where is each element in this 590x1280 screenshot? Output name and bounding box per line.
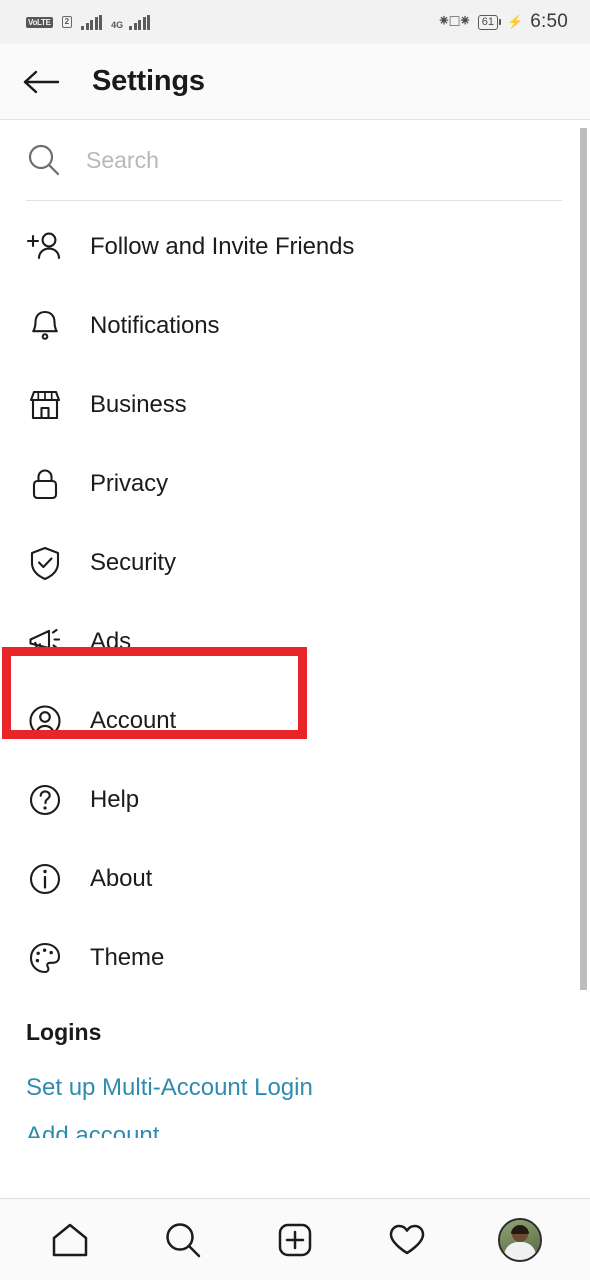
settings-item-label: Follow and Invite Friends xyxy=(90,232,355,260)
settings-item-label: About xyxy=(90,864,153,892)
signal-bars-icon xyxy=(81,14,103,30)
add-box-icon[interactable] xyxy=(265,1210,325,1270)
person-add-icon xyxy=(26,228,64,266)
page-title: Settings xyxy=(92,65,205,97)
settings-item-follow-and-invite-friends[interactable]: Follow and Invite Friends xyxy=(0,207,590,286)
lock-icon xyxy=(26,465,64,503)
settings-item-ads[interactable]: Ads xyxy=(0,602,590,681)
avatar[interactable] xyxy=(497,1217,542,1262)
settings-item-about[interactable]: About xyxy=(0,839,590,918)
settings-item-notifications[interactable]: Notifications xyxy=(0,286,590,365)
battery-icon: 61 xyxy=(477,14,502,30)
settings-item-label: Privacy xyxy=(90,469,168,497)
heart-icon[interactable] xyxy=(377,1210,437,1270)
settings-item-label: Notifications xyxy=(90,311,220,339)
phone-screen: VoLTE 2 4G ⁕□⁕ 61 ⚡ 6:50 Settings Search… xyxy=(0,0,590,1280)
clock-label: 6:50 xyxy=(530,11,568,32)
bottom-navigation-bar xyxy=(0,1198,590,1280)
network-type-label: 4G xyxy=(111,19,124,30)
settings-item-label: Help xyxy=(90,785,139,813)
charging-bolt-icon: ⚡ xyxy=(507,14,524,29)
settings-item-label: Ads xyxy=(90,627,132,655)
network-4g-label-group: 4G xyxy=(111,19,124,30)
settings-scroll-area[interactable]: Search Follow and Invite Friends Notific… xyxy=(0,120,590,1198)
settings-item-theme[interactable]: Theme xyxy=(0,918,590,997)
app-header: Settings xyxy=(0,44,590,120)
status-bar-left: VoLTE 2 4G xyxy=(26,14,151,30)
battery-level-label: 61 xyxy=(477,14,499,30)
settings-item-account[interactable]: Account xyxy=(0,681,590,760)
settings-item-security[interactable]: Security xyxy=(0,523,590,602)
status-bar-right: ⁕□⁕ 61 ⚡ 6:50 xyxy=(437,11,568,33)
section-header-logins: Logins xyxy=(26,1019,102,1045)
nav-profile[interactable] xyxy=(490,1210,550,1270)
back-arrow-icon[interactable] xyxy=(22,67,62,97)
settings-item-privacy[interactable]: Privacy xyxy=(0,444,590,523)
settings-item-business[interactable]: Business xyxy=(0,365,590,444)
signal-bars-icon-secondary xyxy=(129,14,151,30)
settings-item-help[interactable]: Help xyxy=(0,760,590,839)
sim-badge: 2 xyxy=(61,16,73,28)
question-circle-icon xyxy=(26,781,64,819)
palette-icon xyxy=(26,939,64,977)
status-bar: VoLTE 2 4G ⁕□⁕ 61 ⚡ 6:50 xyxy=(0,0,590,44)
settings-list: Follow and Invite Friends Notifications xyxy=(0,201,590,1138)
settings-item-label: Business xyxy=(90,390,187,418)
search-input-placeholder[interactable]: Search xyxy=(86,147,159,174)
volte-badge: VoLTE xyxy=(26,16,53,28)
avatar-body xyxy=(503,1241,536,1260)
account-circle-icon xyxy=(26,702,64,740)
shield-check-icon xyxy=(26,544,64,582)
search-icon[interactable] xyxy=(153,1210,213,1270)
vibrate-icon: ⁕□⁕ xyxy=(437,13,471,30)
info-circle-icon xyxy=(26,860,64,898)
link-add-account[interactable]: Add account xyxy=(0,1112,590,1138)
settings-item-label: Account xyxy=(90,706,177,734)
battery-cap xyxy=(499,19,502,25)
settings-item-label: Theme xyxy=(90,943,165,971)
search-icon xyxy=(26,142,62,178)
search-field[interactable]: Search xyxy=(0,120,590,200)
link-set-up-multi-account-login[interactable]: Set up Multi-Account Login xyxy=(0,1058,590,1112)
storefront-icon xyxy=(26,386,64,424)
settings-item-label: Security xyxy=(90,548,176,576)
megaphone-icon xyxy=(26,623,64,661)
network-type-group: 4G xyxy=(111,14,151,30)
home-icon[interactable] xyxy=(40,1210,100,1270)
bell-icon xyxy=(26,307,64,345)
